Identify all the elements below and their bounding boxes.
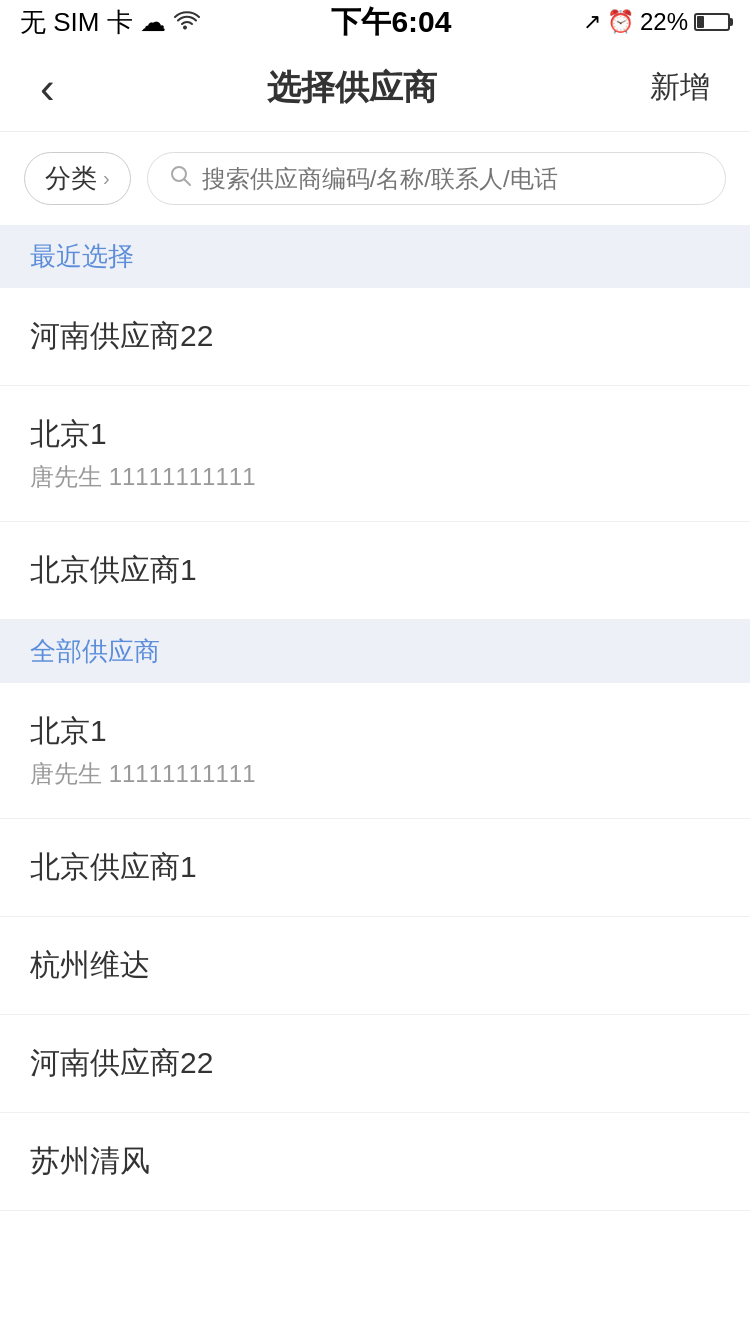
list-item[interactable]: 北京1 唐先生 11111111111 bbox=[0, 683, 750, 819]
recent-section-label: 最近选择 bbox=[30, 241, 134, 271]
battery-percent: 22% bbox=[640, 8, 688, 36]
item-sub: 唐先生 11111111111 bbox=[30, 758, 720, 790]
item-name: 北京1 bbox=[30, 711, 720, 752]
category-label: 分类 bbox=[45, 161, 97, 196]
list-item[interactable]: 杭州维达 bbox=[0, 917, 750, 1015]
status-left: 无 SIM 卡 ☁ bbox=[20, 5, 200, 40]
status-bar: 无 SIM 卡 ☁ 下午6:04 ↗ ⏰ 22% bbox=[0, 0, 750, 44]
filter-bar: 分类 › bbox=[0, 132, 750, 225]
search-input[interactable] bbox=[202, 165, 705, 193]
list-item[interactable]: 苏州清风 bbox=[0, 1113, 750, 1211]
item-name: 杭州维达 bbox=[30, 945, 720, 986]
recent-section-header: 最近选择 bbox=[0, 225, 750, 288]
search-box[interactable] bbox=[147, 152, 726, 205]
item-name: 河南供应商22 bbox=[30, 316, 720, 357]
wifi-icon bbox=[174, 7, 200, 38]
add-button[interactable]: 新增 bbox=[640, 57, 720, 118]
svg-line-1 bbox=[184, 180, 190, 186]
all-section-header: 全部供应商 bbox=[0, 620, 750, 683]
sim-label: 无 SIM 卡 ☁ bbox=[20, 5, 166, 40]
list-item[interactable]: 北京供应商1 bbox=[0, 819, 750, 917]
search-icon bbox=[168, 163, 192, 194]
back-button[interactable]: ‹ bbox=[30, 53, 65, 123]
all-section-label: 全部供应商 bbox=[30, 636, 160, 666]
item-name: 苏州清风 bbox=[30, 1141, 720, 1182]
category-button[interactable]: 分类 › bbox=[24, 152, 131, 205]
list-item[interactable]: 北京1 唐先生 11111111111 bbox=[0, 386, 750, 522]
recent-list: 河南供应商22 北京1 唐先生 11111111111 北京供应商1 bbox=[0, 288, 750, 620]
chevron-right-icon: › bbox=[103, 167, 110, 190]
item-sub: 唐先生 11111111111 bbox=[30, 461, 720, 493]
list-item[interactable]: 河南供应商22 bbox=[0, 288, 750, 386]
nav-bar: ‹ 选择供应商 新增 bbox=[0, 44, 750, 132]
item-name: 北京供应商1 bbox=[30, 550, 720, 591]
status-time: 下午6:04 bbox=[331, 2, 451, 43]
alarm-icon: ⏰ bbox=[607, 9, 634, 35]
list-item[interactable]: 北京供应商1 bbox=[0, 522, 750, 620]
item-name: 河南供应商22 bbox=[30, 1043, 720, 1084]
battery-icon bbox=[694, 13, 730, 31]
location-icon: ↗ bbox=[583, 9, 601, 35]
status-right: ↗ ⏰ 22% bbox=[583, 8, 730, 36]
item-name: 北京供应商1 bbox=[30, 847, 720, 888]
list-item[interactable]: 河南供应商22 bbox=[0, 1015, 750, 1113]
item-name: 北京1 bbox=[30, 414, 720, 455]
page-title: 选择供应商 bbox=[267, 65, 437, 111]
all-list: 北京1 唐先生 11111111111 北京供应商1 杭州维达河南供应商22 苏州清风 bbox=[0, 683, 750, 1211]
